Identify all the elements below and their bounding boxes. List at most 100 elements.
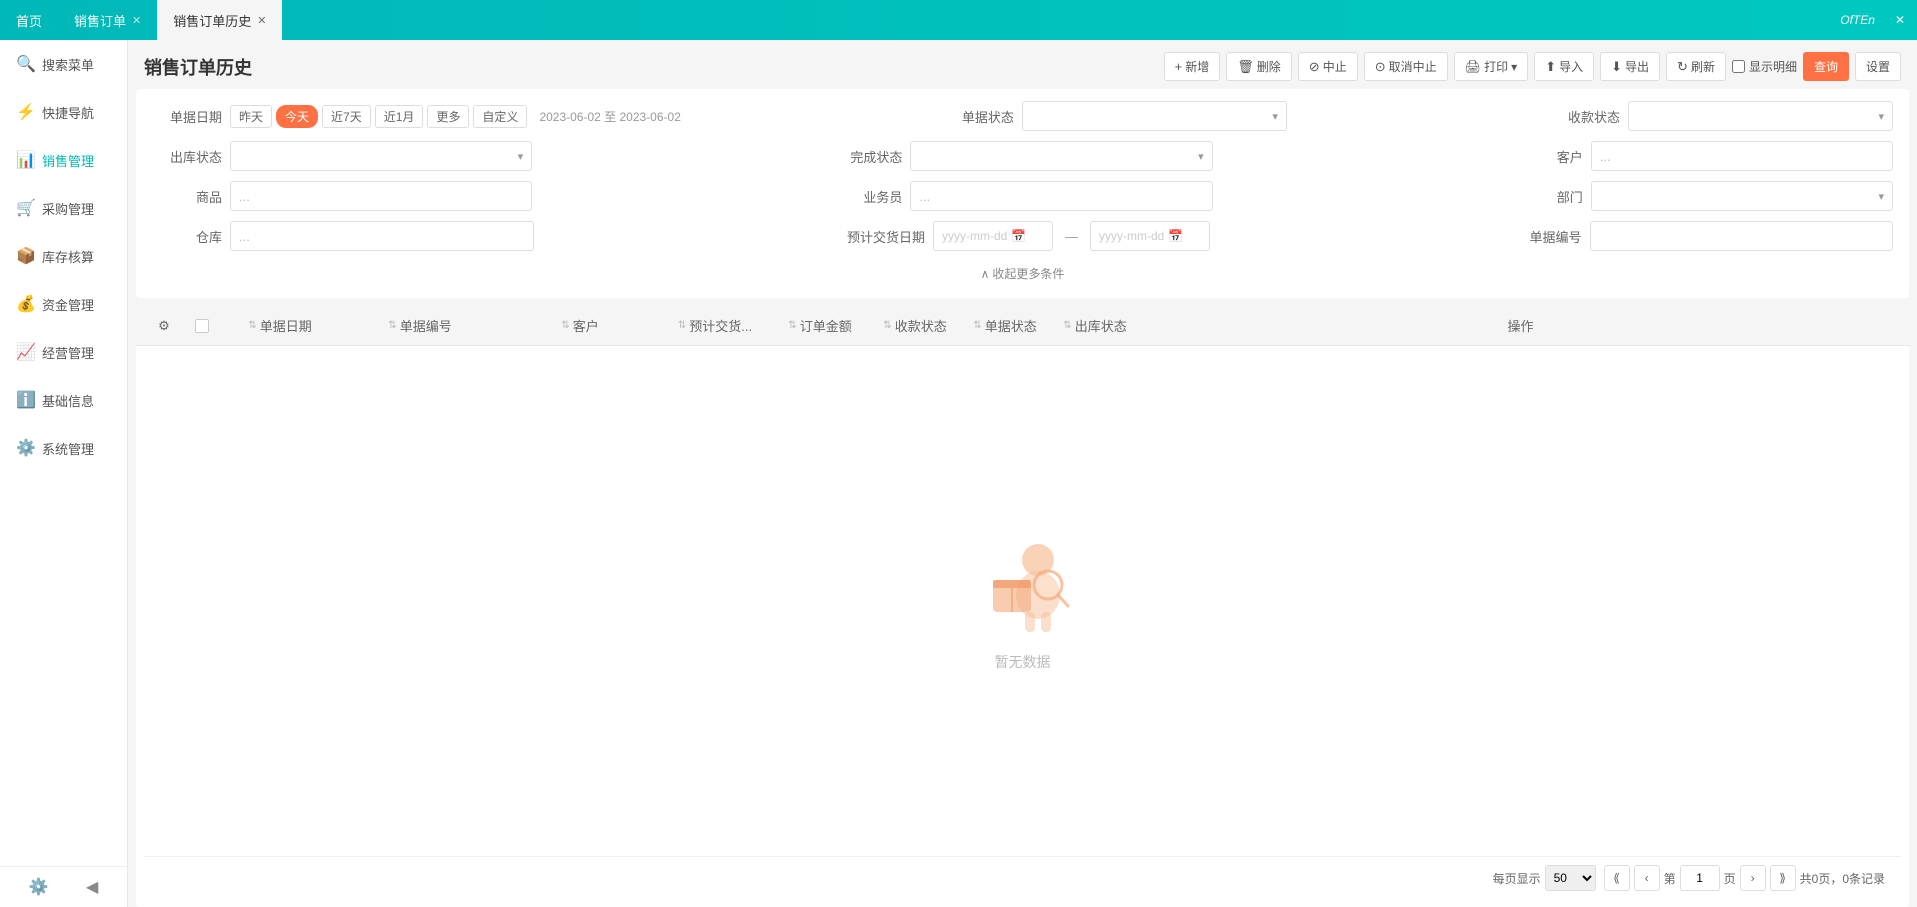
receipt-status-select[interactable]: ▾: [1628, 101, 1893, 131]
topbar-close-icon[interactable]: ✕: [1895, 13, 1905, 27]
th-out-label: 出库状态: [1075, 316, 1127, 335]
delivery-date-to-input[interactable]: yyyy-mm-dd 📅: [1090, 221, 1210, 251]
complete-status-select[interactable]: ▾: [910, 141, 1212, 171]
prev-page-button[interactable]: ‹: [1634, 865, 1660, 891]
print-button[interactable]: 🖨 打印 ▾: [1454, 52, 1529, 81]
sidebar-item-purchase-label: 采购管理: [42, 199, 94, 218]
delivery-date-from-input[interactable]: yyyy-mm-dd 📅: [933, 221, 1053, 251]
collapse-arrow-icon: ∧: [981, 267, 990, 281]
th-date[interactable]: ⇅ 单据日期: [220, 308, 340, 343]
th-number[interactable]: ⇅ 单据编号: [340, 308, 500, 343]
page-size-select[interactable]: 50 10 20 100: [1545, 865, 1596, 891]
import-button[interactable]: ⬆ 导入: [1534, 52, 1594, 81]
tab-sales-order[interactable]: 销售订单 ✕: [58, 0, 157, 40]
empty-state: 暂无数据: [963, 530, 1083, 672]
query-button[interactable]: 查询: [1803, 52, 1849, 81]
display-detail-label: 显示明细: [1749, 58, 1797, 75]
sidebar-item-sales[interactable]: 📊 销售管理: [0, 136, 127, 184]
date-btn-7days[interactable]: 近7天: [322, 105, 371, 128]
collapse-sidebar-icon[interactable]: ◀: [86, 877, 98, 897]
settings-button[interactable]: 设置: [1855, 52, 1901, 81]
content-area: 销售订单历史 + 新增 🗑 删除 ⊘ 中止 ⊙ 取消中止: [128, 40, 1917, 907]
th-actions-label: 操作: [1507, 316, 1533, 335]
salesman-input[interactable]: ...: [910, 181, 1212, 211]
sort-out-icon: ⇅: [1063, 320, 1071, 331]
dept-select[interactable]: ▾: [1591, 181, 1893, 211]
th-receipt-status[interactable]: ⇅ 收款状态: [870, 308, 960, 343]
goods-input[interactable]: ...: [230, 181, 532, 211]
finance-icon: 💰: [16, 294, 34, 314]
date-btn-more[interactable]: 更多: [427, 105, 469, 128]
salesman-ellipsis-icon: ...: [919, 189, 930, 204]
th-out-status[interactable]: ⇅ 出库状态: [1050, 308, 1140, 343]
search-icon: 🔍: [16, 54, 34, 74]
first-page-button[interactable]: ⟪: [1604, 865, 1630, 891]
export-button[interactable]: ⬇ 导出: [1600, 52, 1660, 81]
settings-label: 设置: [1866, 58, 1890, 75]
date-btn-yesterday[interactable]: 昨天: [230, 105, 272, 128]
current-page-input[interactable]: [1680, 865, 1720, 891]
th-date-label: 单据日期: [260, 316, 312, 335]
warehouse-ellipsis-icon: ...: [239, 229, 250, 244]
display-detail-checkbox-label[interactable]: 显示明细: [1732, 58, 1797, 75]
sort-order-icon: ⇅: [973, 320, 981, 331]
refresh-label: 刷新: [1691, 58, 1715, 75]
basic-icon: ℹ️: [16, 390, 34, 410]
stop-button[interactable]: ⊘ 中止: [1298, 52, 1358, 81]
sidebar-item-quicknav[interactable]: ⚡ 快捷导航: [0, 88, 127, 136]
th-amount[interactable]: ⇅ 订单金额: [770, 308, 870, 343]
delete-button[interactable]: 🗑 删除: [1226, 52, 1292, 81]
sidebar-item-search[interactable]: 🔍 搜索菜单: [0, 40, 127, 88]
order-status-select[interactable]: ▾: [1022, 101, 1287, 131]
out-status-select[interactable]: ▾: [230, 141, 532, 171]
filter-row-warehouse: 仓库 ... 预计交货日期 yyyy-mm-dd 📅 — yyyy-mm-dd …: [152, 221, 1893, 251]
sidebar-item-finance[interactable]: 💰 资金管理: [0, 280, 127, 328]
date-btn-custom[interactable]: 自定义: [473, 105, 527, 128]
order-number-input[interactable]: [1590, 221, 1894, 251]
display-detail-checkbox[interactable]: [1732, 60, 1745, 73]
th-checkbox[interactable]: [184, 311, 220, 341]
refresh-button[interactable]: ↻ 刷新: [1666, 52, 1726, 81]
select-all-checkbox[interactable]: [195, 319, 209, 333]
tab-sales-order-history[interactable]: 销售订单历史 ✕: [157, 0, 282, 40]
close-history-icon[interactable]: ✕: [257, 14, 266, 27]
order-status-chevron-icon: ▾: [1272, 110, 1278, 123]
stop-icon: ⊘: [1309, 59, 1320, 75]
calendar-to-icon[interactable]: 📅: [1168, 229, 1183, 243]
sidebar-item-basic[interactable]: ℹ️ 基础信息: [0, 376, 127, 424]
cancel-stop-button[interactable]: ⊙ 取消中止: [1364, 52, 1448, 81]
collapse-label: 收起更多条件: [992, 265, 1064, 282]
sidebar-item-search-label: 搜索菜单: [42, 55, 94, 74]
sidebar-item-system-label: 系统管理: [42, 439, 94, 458]
sidebar-item-purchase[interactable]: 🛒 采购管理: [0, 184, 127, 232]
warehouse-input[interactable]: ...: [230, 221, 534, 251]
collapse-button[interactable]: ∧ 收起更多条件: [152, 261, 1893, 286]
th-settings[interactable]: ⚙: [144, 310, 184, 342]
page-label-prefix: 第: [1664, 870, 1676, 887]
close-sales-order-icon[interactable]: ✕: [132, 14, 141, 27]
th-customer-label: 客户: [573, 316, 599, 335]
th-delivery[interactable]: ⇅ 预计交货...: [660, 308, 770, 343]
th-order-status[interactable]: ⇅ 单据状态: [960, 308, 1050, 343]
sidebar-item-quicknav-label: 快捷导航: [42, 103, 94, 122]
date-btn-1month[interactable]: 近1月: [375, 105, 424, 128]
filter-row-status: 出库状态 ▾ 完成状态 ▾ 客户 ...: [152, 141, 1893, 171]
sort-receipt-icon: ⇅: [883, 320, 891, 331]
sidebar-item-inventory[interactable]: 📦 库存核算: [0, 232, 127, 280]
last-page-button[interactable]: ⟫: [1770, 865, 1796, 891]
complete-status-chevron-icon: ▾: [1198, 150, 1204, 163]
settings-bottom-icon[interactable]: ⚙️: [29, 877, 49, 897]
date-btn-today[interactable]: 今天: [276, 105, 318, 128]
th-amount-label: 订单金额: [800, 316, 852, 335]
sidebar-item-system[interactable]: ⚙️ 系统管理: [0, 424, 127, 472]
customer-input[interactable]: ...: [1591, 141, 1893, 171]
import-icon: ⬆: [1545, 59, 1556, 75]
th-customer[interactable]: ⇅ 客户: [500, 308, 660, 343]
sidebar-item-operations[interactable]: 📈 经营管理: [0, 328, 127, 376]
calendar-from-icon[interactable]: 📅: [1011, 229, 1026, 243]
tab-home[interactable]: 首页: [0, 0, 58, 40]
new-button[interactable]: + 新增: [1164, 52, 1221, 81]
th-receipt-label: 收款状态: [895, 316, 947, 335]
often-label: OfTEn: [1840, 13, 1875, 27]
next-page-button[interactable]: ›: [1740, 865, 1766, 891]
